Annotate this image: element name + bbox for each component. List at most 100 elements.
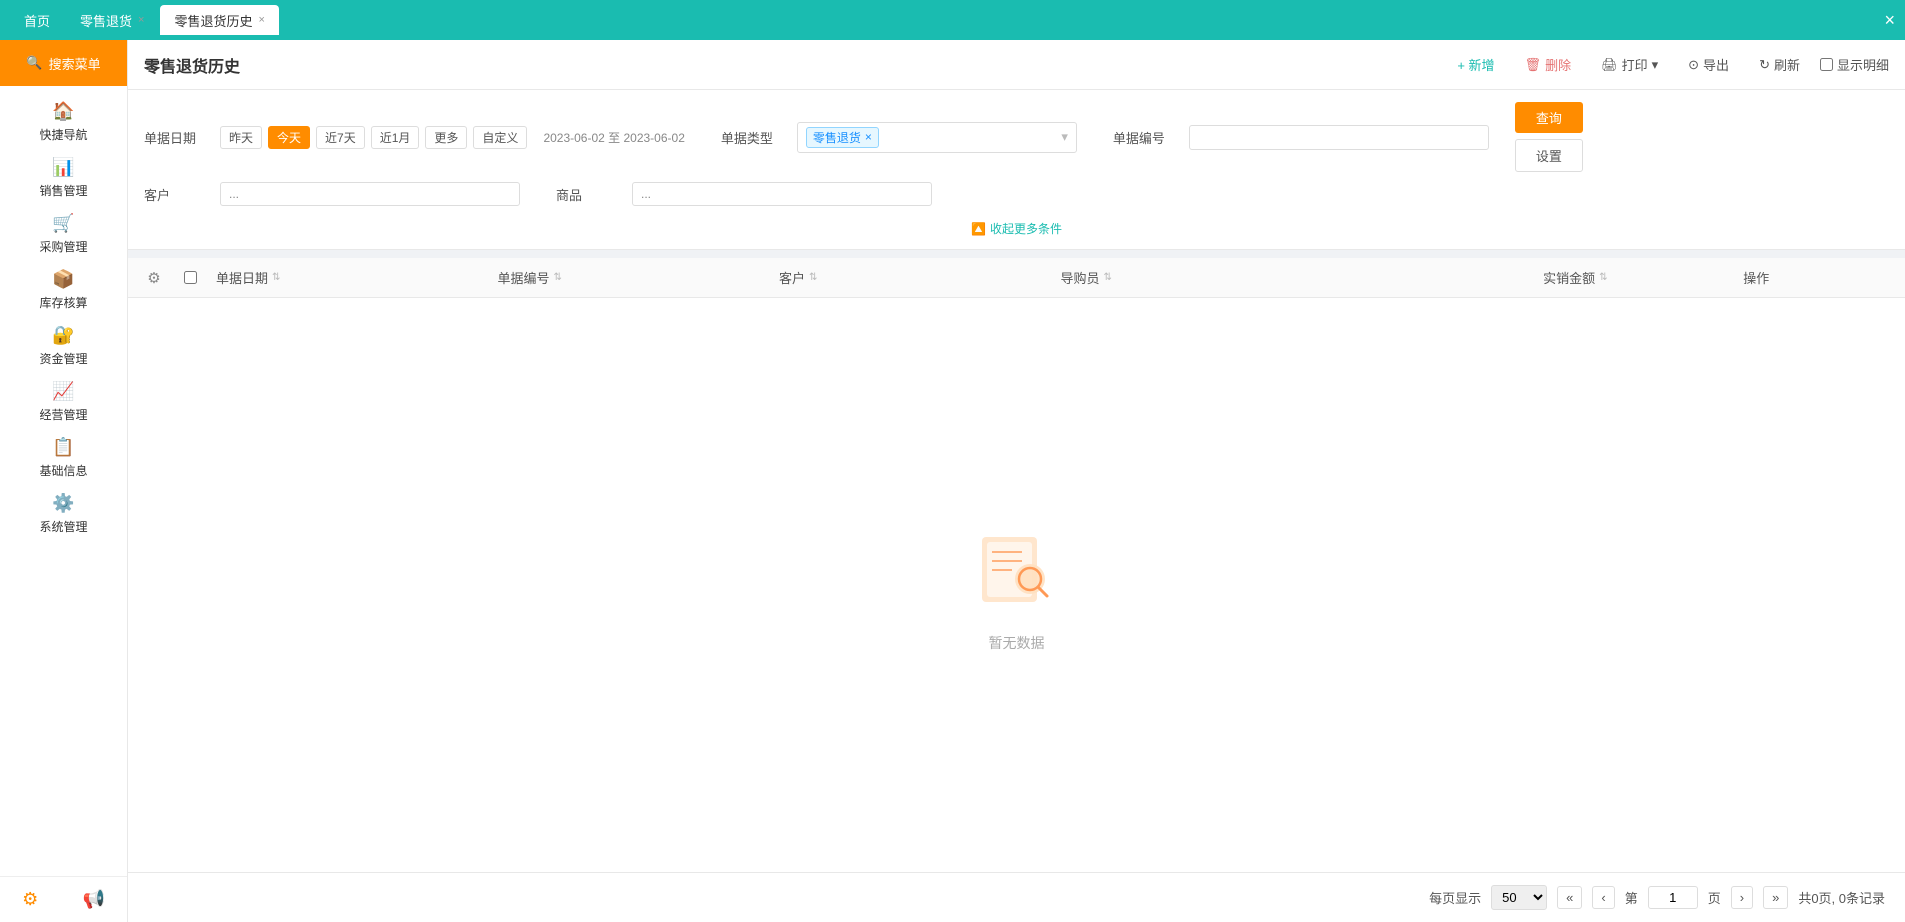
print-button[interactable]: 🖨 打印 ▾ bbox=[1591, 50, 1668, 79]
sidebar-search[interactable]: 🔍 搜索菜单 bbox=[0, 40, 127, 86]
tab-retail-return-history-close[interactable]: × bbox=[258, 14, 264, 26]
date-btn-custom[interactable]: 自定义 bbox=[473, 126, 527, 149]
th-guide: 导购员 ⇅ bbox=[1053, 268, 1335, 287]
prev-page-button[interactable]: ‹ bbox=[1592, 886, 1614, 909]
export-label: 导出 bbox=[1703, 55, 1729, 74]
customer-select[interactable]: ... bbox=[220, 182, 520, 206]
doc-no-input[interactable] bbox=[1189, 125, 1489, 150]
th-guide-sort[interactable]: ⇅ bbox=[1104, 272, 1112, 283]
sidebar-item-basic-info[interactable]: 📋 基础信息 bbox=[0, 430, 127, 486]
last-page-button[interactable]: » bbox=[1763, 886, 1788, 909]
next-page-button[interactable]: › bbox=[1731, 886, 1753, 909]
type-tag-label: 零售退货 bbox=[813, 129, 861, 146]
query-button[interactable]: 查询 bbox=[1515, 102, 1583, 133]
collapse-up-icon: 🔼 bbox=[971, 222, 986, 236]
sidebar-item-quick-nav[interactable]: 🏠 快捷导航 bbox=[0, 94, 127, 150]
page-size-select[interactable]: 50 100 200 bbox=[1491, 885, 1547, 910]
basic-info-icon: 📋 bbox=[52, 437, 74, 458]
purchase-icon: 🛒 bbox=[52, 213, 74, 234]
table-settings-icon[interactable]: ⚙ bbox=[136, 269, 172, 287]
tab-retail-return-history[interactable]: 零售退货历史 × bbox=[160, 5, 278, 35]
quick-nav-icon: 🏠 bbox=[52, 101, 74, 122]
filter-row-2: 客户 ... 商品 ... bbox=[144, 182, 1889, 206]
sidebar-nav: 🏠 快捷导航 📊 销售管理 🛒 采购管理 📦 库存核算 🔐 资金管理 📈 bbox=[0, 86, 127, 876]
type-select[interactable]: 零售退货 × ▾ bbox=[797, 122, 1077, 153]
sidebar-settings-icon[interactable]: ⚙ bbox=[22, 889, 38, 910]
tab-home[interactable]: 首页 bbox=[10, 5, 64, 35]
top-bar: 首页 零售退货 × 零售退货历史 × × bbox=[0, 0, 1905, 40]
sidebar-item-basic-info-label: 基础信息 bbox=[39, 462, 87, 479]
th-date-sort[interactable]: ⇅ bbox=[272, 272, 280, 283]
new-button[interactable]: + 新增 bbox=[1447, 50, 1504, 79]
tab-retail-return-close[interactable]: × bbox=[138, 14, 144, 26]
page-number-input[interactable]: 1 bbox=[1648, 886, 1698, 909]
th-guide-label: 导购员 bbox=[1061, 268, 1100, 287]
th-customer-sort[interactable]: ⇅ bbox=[809, 272, 817, 283]
delete-button[interactable]: 🗑 删除 bbox=[1515, 50, 1582, 79]
date-btn-7days[interactable]: 近7天 bbox=[316, 126, 365, 149]
empty-state: 暂无数据 bbox=[128, 298, 1905, 872]
table-select-all[interactable] bbox=[172, 271, 208, 284]
type-tag-close[interactable]: × bbox=[865, 130, 872, 144]
date-btn-1month[interactable]: 近1月 bbox=[371, 126, 420, 149]
tab-retail-return-label: 零售退货 bbox=[80, 11, 132, 30]
refresh-button[interactable]: ↻ 刷新 bbox=[1749, 50, 1810, 79]
date-filter-group: 昨天 今天 近7天 近1月 更多 自定义 bbox=[220, 126, 527, 149]
th-docno-sort[interactable]: ⇅ bbox=[554, 272, 562, 283]
sidebar: 🔍 搜索菜单 🏠 快捷导航 📊 销售管理 🛒 采购管理 📦 库存核算 🔐 bbox=[0, 40, 128, 922]
first-page-button[interactable]: « bbox=[1557, 886, 1582, 909]
finance-icon: 🔐 bbox=[52, 325, 74, 346]
sidebar-item-inventory-label: 库存核算 bbox=[39, 294, 87, 311]
main-layout: 🔍 搜索菜单 🏠 快捷导航 📊 销售管理 🛒 采购管理 📦 库存核算 🔐 bbox=[0, 40, 1905, 922]
goods-dots: ... bbox=[641, 187, 651, 201]
date-btn-more[interactable]: 更多 bbox=[425, 126, 467, 149]
inventory-icon: 📦 bbox=[52, 269, 74, 290]
total-info: 共0页, 0条记录 bbox=[1798, 888, 1885, 907]
th-docno: 单据编号 ⇅ bbox=[490, 268, 772, 287]
filter-settings-button[interactable]: 设置 bbox=[1515, 139, 1583, 172]
content-area: 零售退货历史 + 新增 🗑 删除 🖨 打印 ▾ ⊙ 导出 ↻ bbox=[128, 40, 1905, 922]
sidebar-speaker-icon[interactable]: 📢 bbox=[82, 889, 104, 910]
collapse-button[interactable]: 🔼 收起更多条件 bbox=[971, 220, 1062, 237]
page-title: 零售退货历史 bbox=[144, 53, 240, 77]
page-unit: 页 bbox=[1708, 888, 1721, 907]
page-actions: + 新增 🗑 删除 🖨 打印 ▾ ⊙ 导出 ↻ 刷新 bbox=[1447, 50, 1889, 79]
th-date: 单据日期 ⇅ bbox=[208, 268, 490, 287]
tab-bar: 首页 零售退货 × 零售退货历史 × bbox=[10, 5, 1880, 35]
delete-label: 删除 bbox=[1545, 55, 1571, 74]
goods-select[interactable]: ... bbox=[632, 182, 932, 206]
customer-label: 客户 bbox=[144, 185, 204, 204]
sidebar-item-operations[interactable]: 📈 经营管理 bbox=[0, 374, 127, 430]
date-btn-yesterday[interactable]: 昨天 bbox=[220, 126, 262, 149]
th-ops: 操作 bbox=[1616, 268, 1898, 287]
show-detail-toggle[interactable]: 显示明细 bbox=[1820, 55, 1889, 74]
date-btn-today[interactable]: 今天 bbox=[268, 126, 310, 149]
sidebar-item-quick-nav-label: 快捷导航 bbox=[39, 126, 87, 143]
table-area: ⚙ 单据日期 ⇅ 单据编号 ⇅ 客户 ⇅ 导购员 ⇅ bbox=[128, 258, 1905, 872]
tab-retail-return[interactable]: 零售退货 × bbox=[66, 5, 158, 35]
sidebar-item-system[interactable]: ⚙️ 系统管理 bbox=[0, 486, 127, 542]
th-docno-label: 单据编号 bbox=[498, 268, 550, 287]
type-tag: 零售退货 × bbox=[806, 127, 879, 148]
table-header: ⚙ 单据日期 ⇅ 单据编号 ⇅ 客户 ⇅ 导购员 ⇅ bbox=[128, 258, 1905, 298]
page-header: 零售退货历史 + 新增 🗑 删除 🖨 打印 ▾ ⊙ 导出 ↻ bbox=[128, 40, 1905, 90]
type-select-dropdown-icon: ▾ bbox=[1061, 129, 1068, 145]
filter-actions: 查询 设置 bbox=[1515, 102, 1583, 172]
operations-icon: 📈 bbox=[52, 381, 74, 402]
sidebar-item-inventory[interactable]: 📦 库存核算 bbox=[0, 262, 127, 318]
sidebar-item-finance[interactable]: 🔐 资金管理 bbox=[0, 318, 127, 374]
show-detail-checkbox[interactable] bbox=[1820, 58, 1833, 71]
date-range-display: 2023-06-02 至 2023-06-02 bbox=[543, 129, 684, 146]
sidebar-item-purchase[interactable]: 🛒 采购管理 bbox=[0, 206, 127, 262]
print-icon: 🖨 bbox=[1601, 57, 1618, 73]
th-amount-sort[interactable]: ⇅ bbox=[1599, 272, 1607, 283]
customer-dots: ... bbox=[229, 187, 239, 201]
sidebar-item-finance-label: 资金管理 bbox=[39, 350, 87, 367]
window-close-button[interactable]: × bbox=[1884, 10, 1895, 31]
export-button[interactable]: ⊙ 导出 bbox=[1678, 50, 1739, 79]
select-all-checkbox[interactable] bbox=[184, 271, 197, 284]
sidebar-item-operations-label: 经营管理 bbox=[39, 406, 87, 423]
print-dropdown-icon: ▾ bbox=[1652, 57, 1659, 73]
empty-text: 暂无数据 bbox=[989, 633, 1045, 653]
sidebar-item-sales[interactable]: 📊 销售管理 bbox=[0, 150, 127, 206]
